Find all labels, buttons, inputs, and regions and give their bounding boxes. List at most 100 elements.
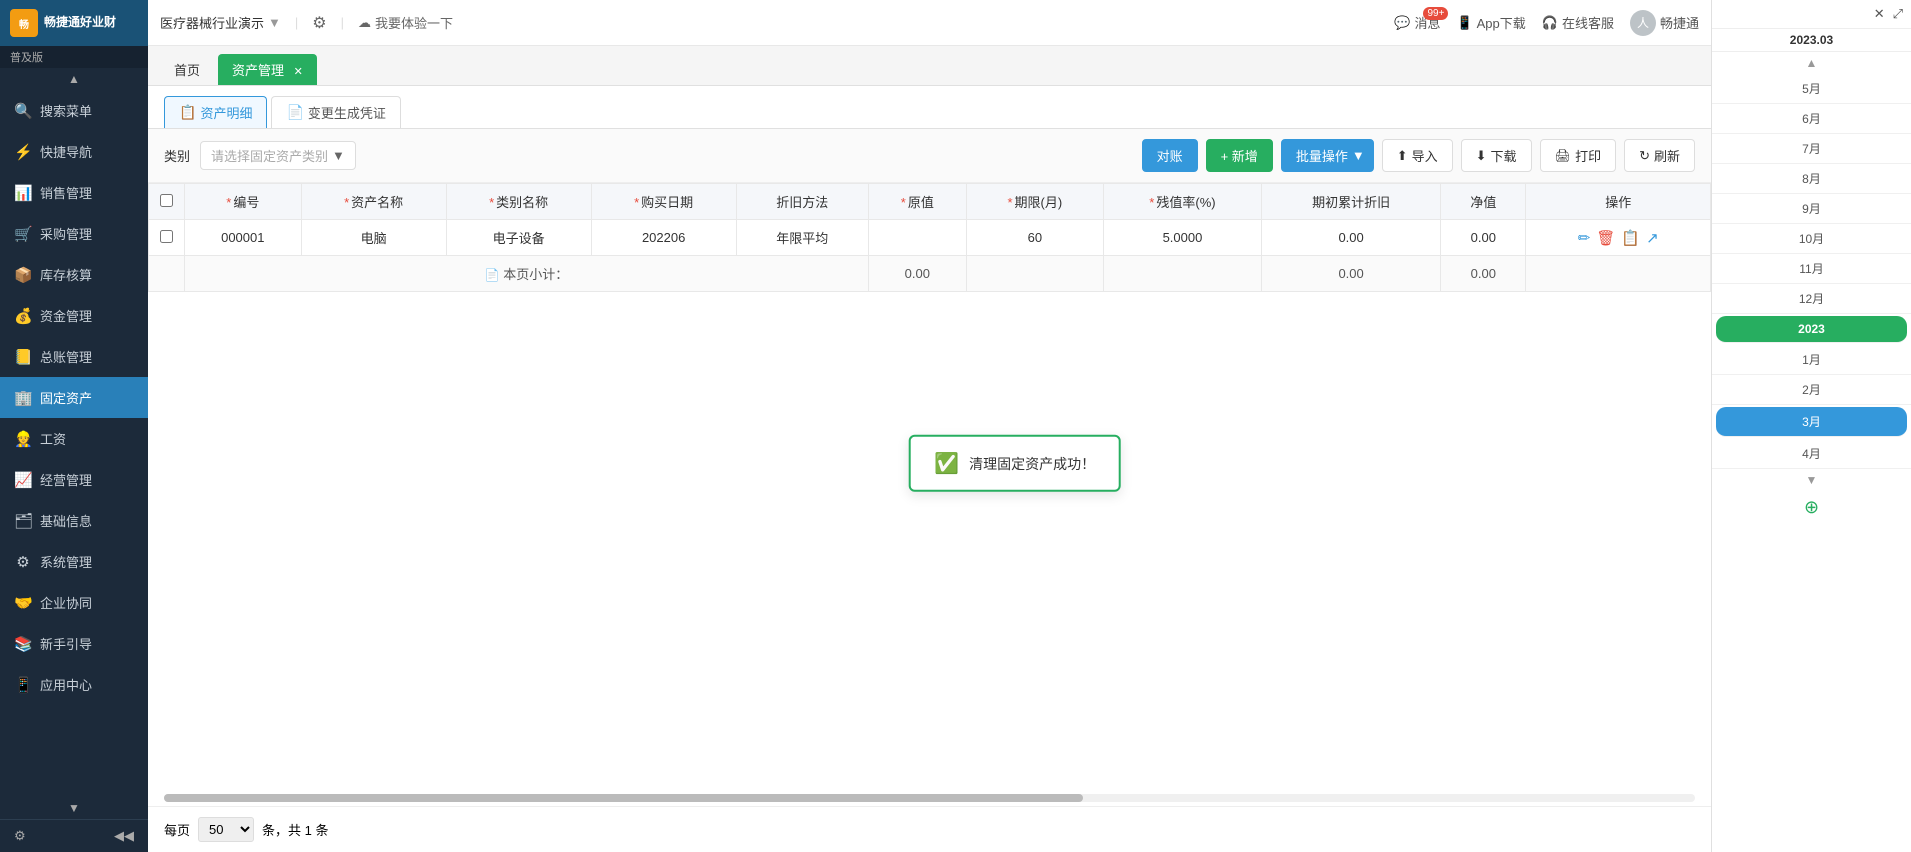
tab-home[interactable]: 首页 [160, 54, 214, 85]
panel-up-arrow[interactable]: ▲ [1712, 52, 1911, 74]
topbar: 医疗器械行业演示 ▼ | ⚙ | ☁ 我要体验一下 💬 消息 99+ 📱 App… [148, 0, 1711, 46]
sidebar-item-quicknav[interactable]: ⚡ 快捷导航 [0, 131, 148, 172]
copy-btn[interactable]: 📋 [1621, 229, 1640, 247]
sidebar-item-guide[interactable]: 📚 新手引导 [0, 623, 148, 664]
category-dropdown[interactable]: 请选择固定资产类别 ▼ [200, 141, 356, 170]
guide-icon: 📚 [14, 635, 32, 653]
sidebar-item-sales[interactable]: 📊 销售管理 [0, 172, 148, 213]
month-item-12[interactable]: 12月 [1712, 284, 1911, 314]
import-btn[interactable]: ⬆ 导入 [1382, 139, 1453, 172]
import-label: 导入 [1412, 146, 1438, 165]
app-download-btn[interactable]: 📱 App下载 [1456, 13, 1525, 32]
sales-icon: 📊 [14, 184, 32, 202]
month-item-3-active[interactable]: 3月 [1716, 407, 1907, 437]
collapse-sidebar-icon[interactable]: ◀◀ [114, 828, 134, 844]
month-item-1[interactable]: 1月 [1712, 345, 1911, 375]
subtotal-label: 📄 本页小计： [185, 256, 869, 292]
company-name: 医疗器械行业演示 [160, 13, 264, 32]
basic-info-icon: 🗂 [14, 512, 32, 530]
subtotal-empty1 [149, 256, 185, 292]
close-panel-icon[interactable]: ✕ [1874, 6, 1885, 22]
tab-asset-management[interactable]: 资产管理 ✕ [218, 54, 317, 85]
month-item-4[interactable]: 4月 [1712, 439, 1911, 469]
expand-panel-icon[interactable]: ⤢ [1893, 6, 1903, 22]
delete-btn[interactable]: 🗑 [1596, 229, 1615, 247]
scroll-down-btn[interactable]: ▼ [0, 797, 148, 819]
month-item-5[interactable]: 5月 [1712, 74, 1911, 104]
select-all-header[interactable] [149, 184, 185, 220]
sidebar-item-salary[interactable]: 👷 工资 [0, 418, 148, 459]
month-item-8[interactable]: 8月 [1712, 164, 1911, 194]
month-item-2[interactable]: 2月 [1712, 375, 1911, 405]
sidebar-item-purchase[interactable]: 🛒 采购管理 [0, 213, 148, 254]
col-original-value: *原值 [868, 184, 966, 220]
sub-tab-asset-detail[interactable]: 📋 资产明细 [164, 96, 267, 128]
toolbar: 类别 请选择固定资产类别 ▼ 对账 + 新增 批量操作 ▼ ⬆ [148, 129, 1711, 183]
reconcile-label: 对账 [1157, 146, 1183, 165]
message-btn[interactable]: 💬 消息 99+ [1394, 13, 1440, 32]
scroll-up-btn[interactable]: ▲ [0, 68, 148, 90]
sidebar-item-inventory[interactable]: 📦 库存核算 [0, 254, 148, 295]
sidebar-item-funds[interactable]: 💰 资金管理 [0, 295, 148, 336]
sidebar-item-fixed-assets[interactable]: 🏢 固定资产 [0, 377, 148, 418]
sub-tab-voucher-change[interactable]: 📄 变更生成凭证 [271, 96, 400, 128]
month-item-10[interactable]: 10月 [1712, 224, 1911, 254]
subtotal-initial: 0.00 [1261, 256, 1440, 292]
company-selector[interactable]: 医疗器械行业演示 ▼ [160, 13, 281, 32]
sidebar-item-app-center[interactable]: 📱 应用中心 [0, 664, 148, 705]
user-area[interactable]: 人 畅捷通 [1630, 10, 1699, 36]
sidebar-item-enterprise[interactable]: 🤝 企业协同 [0, 582, 148, 623]
topbar-settings-icon[interactable]: ⚙ [312, 13, 326, 33]
filter-category-label: 类别 [164, 146, 190, 165]
col-period: *期限(月) [966, 184, 1103, 220]
settings-gear-icon[interactable]: ⚙ [14, 828, 26, 844]
month-item-7[interactable]: 7月 [1712, 134, 1911, 164]
operations-icon: 📈 [14, 471, 32, 489]
reconcile-btn[interactable]: 对账 [1142, 139, 1198, 172]
tab-close-icon[interactable]: ✕ [294, 66, 303, 78]
horizontal-scrollbar[interactable] [164, 794, 1695, 802]
batch-ops-btn[interactable]: 批量操作 ▼ [1281, 139, 1374, 172]
more-btn[interactable]: ↗ [1646, 229, 1659, 247]
col-name: *资产名称 [301, 184, 446, 220]
refresh-btn[interactable]: ↻ 刷新 [1624, 139, 1695, 172]
sidebar-item-label: 搜索菜单 [40, 101, 92, 120]
subtotal-empty3 [1103, 256, 1261, 292]
ledger-icon: 📒 [14, 348, 32, 366]
sidebar-item-ledger[interactable]: 📒 总账管理 [0, 336, 148, 377]
sidebar-item-operations[interactable]: 📈 经营管理 [0, 459, 148, 500]
sidebar-item-label: 系统管理 [40, 552, 92, 571]
edit-btn[interactable]: ✏ [1578, 229, 1591, 247]
month-item-9[interactable]: 9月 [1712, 194, 1911, 224]
sidebar-item-search[interactable]: 🔍 搜索菜单 [0, 90, 148, 131]
year-marker-2023[interactable]: 2023 [1716, 316, 1907, 343]
subtotal-empty4 [1526, 256, 1711, 292]
col-depreciation: 折旧方法 [736, 184, 868, 220]
month-item-6[interactable]: 6月 [1712, 104, 1911, 134]
panel-expand-icon[interactable]: ⊕ [1804, 497, 1819, 518]
scrollbar-thumb[interactable] [164, 794, 1083, 802]
new-btn[interactable]: + 新增 [1206, 139, 1273, 172]
download-btn[interactable]: ⬇ 下载 [1461, 139, 1532, 172]
download-label: 下载 [1491, 146, 1517, 165]
experience-cloud-icon: ☁ [358, 15, 371, 31]
online-service-btn[interactable]: 🎧 在线客服 [1542, 13, 1614, 32]
sidebar: 畅 畅捷通好业财 普及版 ▲ 🔍 搜索菜单 ⚡ 快捷导航 📊 销售管理 🛒 采购… [0, 0, 148, 852]
sidebar-item-basic-info[interactable]: 🗂 基础信息 [0, 500, 148, 541]
print-btn[interactable]: 🖨 打印 [1540, 139, 1617, 172]
month-item-11[interactable]: 11月 [1712, 254, 1911, 284]
select-all-checkbox[interactable] [160, 194, 173, 207]
subtotal-net: 0.00 [1441, 256, 1526, 292]
import-icon: ⬆ [1397, 148, 1408, 164]
toolbar-right: 对账 + 新增 批量操作 ▼ ⬆ 导入 ⬇ 下载 🖨 [1142, 139, 1695, 172]
per-page-label: 每页 [164, 820, 190, 839]
row-checkbox-cell[interactable] [149, 220, 185, 256]
experience-btn[interactable]: ☁ 我要体验一下 [358, 13, 453, 32]
per-page-select[interactable]: 50 100 [198, 817, 254, 842]
row-checkbox[interactable] [160, 230, 173, 243]
row-purchase-date: 202206 [591, 220, 736, 256]
filter-area: 类别 请选择固定资产类别 ▼ [164, 141, 356, 170]
sidebar-item-system[interactable]: ⚙ 系统管理 [0, 541, 148, 582]
panel-down-arrow[interactable]: ▼ [1712, 469, 1911, 491]
col-purchase-date: *购买日期 [591, 184, 736, 220]
